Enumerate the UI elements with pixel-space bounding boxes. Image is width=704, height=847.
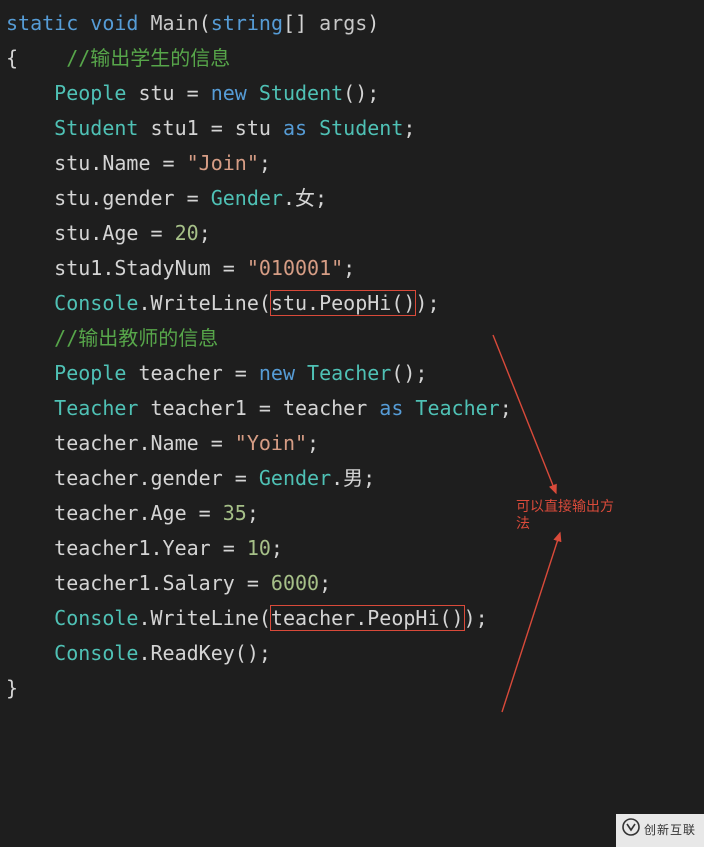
type-console: Console bbox=[54, 291, 138, 315]
type-teacher: Teacher bbox=[54, 396, 138, 420]
keyword-new: new bbox=[211, 81, 247, 105]
string-stadynum: "010001" bbox=[247, 256, 343, 280]
keyword-string: string bbox=[211, 11, 283, 35]
box-stu-peophi: stu.PeopHi() bbox=[271, 291, 416, 315]
number-6000: 6000 bbox=[271, 571, 319, 595]
watermark-logo-icon bbox=[622, 818, 640, 836]
comment-teacher: //输出教师的信息 bbox=[54, 326, 218, 350]
number-35: 35 bbox=[223, 501, 247, 525]
type-gender: Gender bbox=[211, 186, 283, 210]
code-block: static void Main(string[] args) { //输出学生… bbox=[6, 6, 704, 706]
comment-student: //输出学生的信息 bbox=[66, 46, 230, 70]
keyword-static: static bbox=[6, 11, 78, 35]
annotation-text: 可以直接输出方 法 bbox=[516, 498, 614, 532]
string-yoin: "Yoin" bbox=[235, 431, 307, 455]
watermark: 创新互联 bbox=[616, 814, 704, 847]
string-join: "Join" bbox=[187, 151, 259, 175]
keyword-void: void bbox=[90, 11, 138, 35]
number-20: 20 bbox=[175, 221, 199, 245]
type-people: People bbox=[54, 81, 126, 105]
number-10: 10 bbox=[247, 536, 271, 560]
method-main: Main bbox=[151, 11, 199, 35]
box-teacher-peophi: teacher.PeopHi() bbox=[271, 606, 464, 630]
type-student: Student bbox=[54, 116, 138, 140]
keyword-as: as bbox=[283, 116, 307, 140]
